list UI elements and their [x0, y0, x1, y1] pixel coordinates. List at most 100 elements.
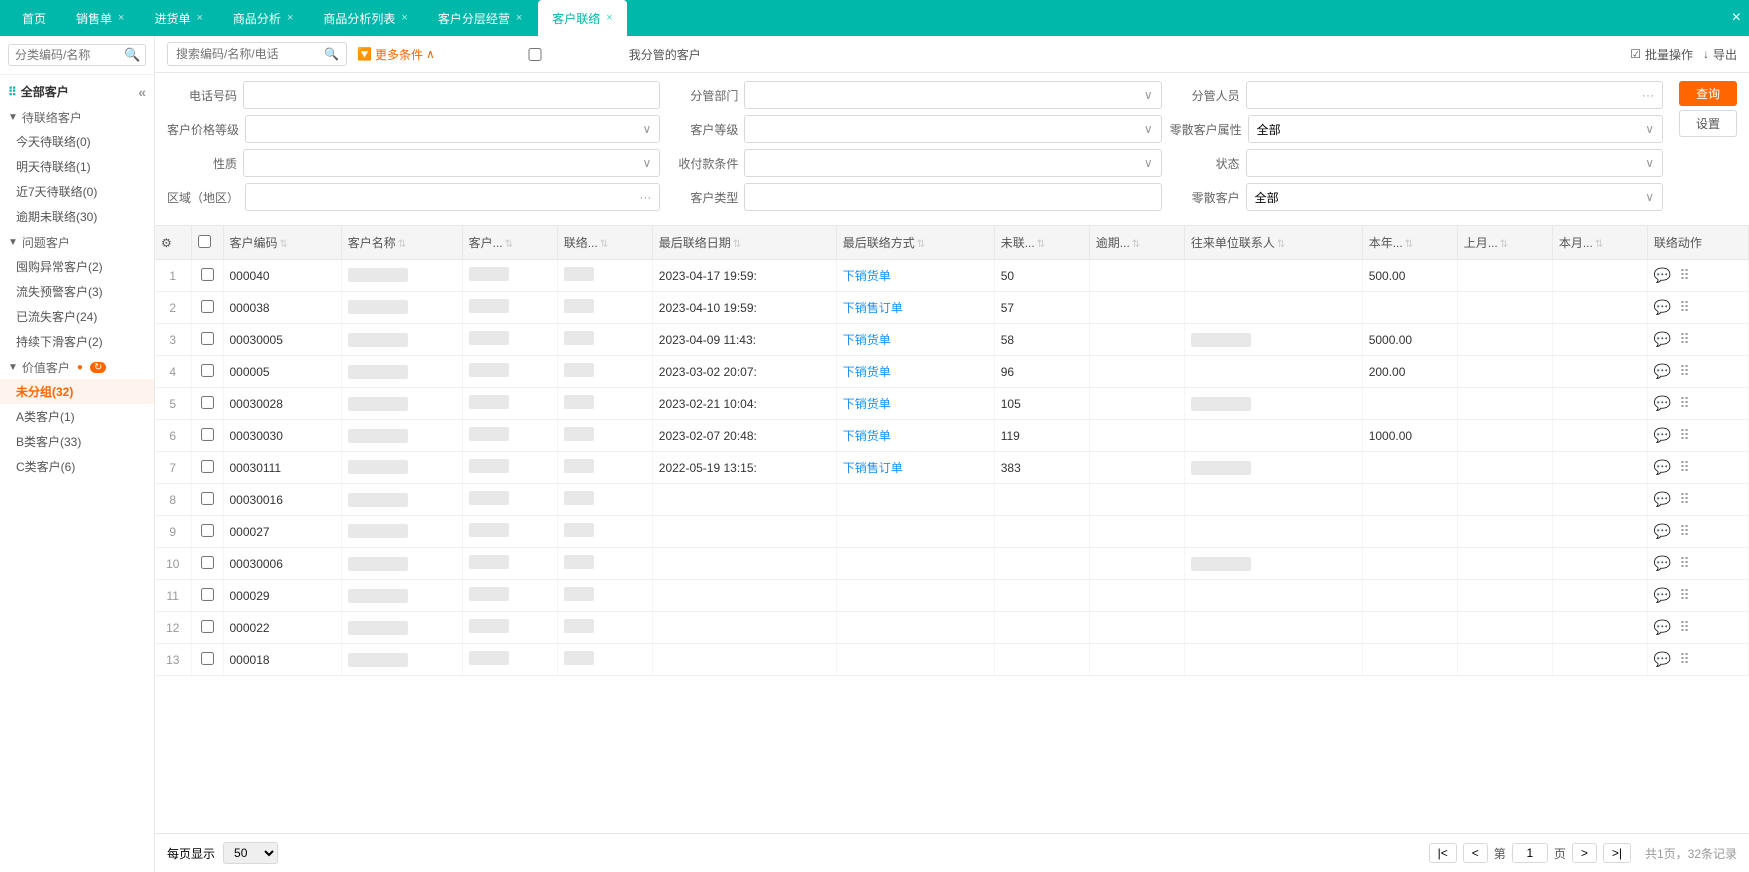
manager-select[interactable]: ··· — [1246, 81, 1663, 109]
chat-action-icon[interactable]: 💬 — [1654, 427, 1671, 444]
more-action-icon[interactable]: ⠿ — [1679, 587, 1689, 604]
more-action-icon[interactable]: ⠿ — [1679, 363, 1689, 380]
settings-icon[interactable]: ⚙ — [161, 236, 172, 250]
sidebar-item-a-class[interactable]: A类客户(1) — [0, 404, 154, 429]
last-method-link[interactable]: 下销货单 — [843, 429, 891, 443]
sidebar-item-overdue-pending[interactable]: 逾期未联络(30) — [0, 204, 154, 229]
dept-select[interactable]: ∨ — [744, 81, 1161, 109]
row-checkbox[interactable] — [201, 300, 214, 313]
next-page-button[interactable]: > — [1572, 843, 1597, 863]
prev-page-button[interactable]: < — [1463, 843, 1488, 863]
sort-icon-type[interactable]: ⇅ — [505, 239, 513, 250]
row-checkbox[interactable] — [201, 396, 214, 409]
sparse-attr-select[interactable]: 全部 ∨ — [1248, 115, 1663, 143]
sort-icon-last-date[interactable]: ⇅ — [733, 239, 741, 250]
row-checkbox[interactable] — [201, 364, 214, 377]
value-group-refresh-icon[interactable]: ↻ — [90, 362, 106, 373]
tab-purchase[interactable]: 进货单 × — [140, 0, 216, 36]
close-product-analysis-tab-icon[interactable]: × — [287, 12, 293, 24]
customer-level-select[interactable]: ∨ — [744, 115, 1161, 143]
chat-action-icon[interactable]: 💬 — [1654, 651, 1671, 668]
tab-sales[interactable]: 销售单 × — [62, 0, 138, 36]
more-conditions-button[interactable]: 🔽 更多条件 ∧ — [357, 46, 435, 63]
sort-icon-no-contact[interactable]: ⇅ — [1037, 239, 1045, 250]
last-method-link[interactable]: 下销货单 — [843, 269, 891, 283]
more-action-icon[interactable]: ⠿ — [1679, 555, 1689, 572]
close-customer-contact-tab-icon[interactable]: × — [606, 12, 612, 24]
close-product-analysis-list-tab-icon[interactable]: × — [401, 12, 407, 24]
sparse-customer-select[interactable]: 全部 ∨ — [1246, 183, 1663, 211]
chat-action-icon[interactable]: 💬 — [1654, 555, 1671, 572]
sort-icon-name[interactable]: ⇅ — [398, 239, 406, 250]
chat-action-icon[interactable]: 💬 — [1654, 363, 1671, 380]
sidebar-item-churn-warning[interactable]: 流失预警客户(3) — [0, 279, 154, 304]
chat-action-icon[interactable]: 💬 — [1654, 491, 1671, 508]
sort-icon-this-year[interactable]: ⇅ — [1405, 239, 1413, 250]
page-number-input[interactable] — [1512, 843, 1548, 863]
sidebar-item-tomorrow-pending[interactable]: 明天待联络(1) — [0, 154, 154, 179]
last-method-link[interactable]: 下销售订单 — [843, 301, 903, 315]
tab-product-analysis-list[interactable]: 商品分析列表 × — [309, 0, 421, 36]
last-method-link[interactable]: 下销货单 — [843, 333, 891, 347]
export-button[interactable]: ↓ 导出 — [1703, 46, 1737, 63]
close-sales-tab-icon[interactable]: × — [118, 12, 124, 24]
sidebar-item-declining[interactable]: 持续下滑客户(2) — [0, 329, 154, 354]
sidebar-collapse-button[interactable]: « — [138, 84, 146, 100]
select-all-checkbox[interactable] — [198, 235, 211, 248]
sort-icon-this-month[interactable]: ⇅ — [1595, 239, 1603, 250]
more-action-icon[interactable]: ⠿ — [1679, 459, 1689, 476]
my-customers-checkbox[interactable] — [445, 48, 625, 61]
sort-icon-last-method[interactable]: ⇅ — [917, 239, 925, 250]
sort-icon-overdue[interactable]: ⇅ — [1132, 239, 1140, 250]
sort-icon-contact[interactable]: ⇅ — [600, 239, 608, 250]
window-close-button[interactable]: × — [1732, 9, 1741, 27]
more-action-icon[interactable]: ⠿ — [1679, 331, 1689, 348]
row-checkbox[interactable] — [201, 492, 214, 505]
more-action-icon[interactable]: ⠿ — [1679, 299, 1689, 316]
last-page-button[interactable]: >| — [1603, 843, 1631, 863]
sort-icon-unit-contact[interactable]: ⇅ — [1277, 239, 1285, 250]
sort-icon-last-month[interactable]: ⇅ — [1500, 239, 1508, 250]
row-checkbox[interactable] — [201, 428, 214, 441]
sort-icon-code[interactable]: ⇅ — [280, 239, 288, 250]
sidebar-item-7days-pending[interactable]: 近7天待联络(0) — [0, 179, 154, 204]
customer-type-input[interactable] — [744, 183, 1161, 211]
row-checkbox[interactable] — [201, 556, 214, 569]
row-checkbox[interactable] — [201, 652, 214, 665]
chat-action-icon[interactable]: 💬 — [1654, 331, 1671, 348]
sidebar-item-c-class[interactable]: C类客户(6) — [0, 454, 154, 479]
status-select[interactable]: ∨ — [1246, 149, 1663, 177]
customer-search-input[interactable] — [167, 42, 347, 66]
close-customer-segment-tab-icon[interactable]: × — [516, 12, 522, 24]
settings-header[interactable]: ⚙ — [155, 226, 191, 260]
row-checkbox[interactable] — [201, 268, 214, 281]
chat-action-icon[interactable]: 💬 — [1654, 587, 1671, 604]
row-checkbox[interactable] — [201, 332, 214, 345]
reset-button[interactable]: 设置 — [1679, 110, 1737, 137]
sidebar-item-today-pending[interactable]: 今天待联络(0) — [0, 129, 154, 154]
last-method-link[interactable]: 下销货单 — [843, 365, 891, 379]
sidebar-item-ungroup[interactable]: 未分组(32) — [0, 379, 154, 404]
all-customers-header[interactable]: ⠿ 全部客户 « — [0, 75, 154, 104]
tab-product-analysis[interactable]: 商品分析 × — [219, 0, 307, 36]
more-action-icon[interactable]: ⠿ — [1679, 395, 1689, 412]
chat-action-icon[interactable]: 💬 — [1654, 459, 1671, 476]
row-checkbox[interactable] — [201, 588, 214, 601]
last-method-link[interactable]: 下销售订单 — [843, 461, 903, 475]
first-page-button[interactable]: |< — [1429, 843, 1457, 863]
search-button[interactable]: 查询 — [1679, 81, 1737, 106]
sidebar-item-churned[interactable]: 已流失客户(24) — [0, 304, 154, 329]
row-checkbox[interactable] — [201, 460, 214, 473]
chat-action-icon[interactable]: 💬 — [1654, 299, 1671, 316]
sidebar-item-abnormal[interactable]: 囤购异常客户(2) — [0, 254, 154, 279]
chat-action-icon[interactable]: 💬 — [1654, 619, 1671, 636]
row-checkbox[interactable] — [201, 524, 214, 537]
more-action-icon[interactable]: ⠿ — [1679, 267, 1689, 284]
chat-action-icon[interactable]: 💬 — [1654, 523, 1671, 540]
more-action-icon[interactable]: ⠿ — [1679, 619, 1689, 636]
payment-select[interactable]: ∨ — [744, 149, 1161, 177]
more-action-icon[interactable]: ⠿ — [1679, 651, 1689, 668]
tab-customer-contact[interactable]: 客户联络 × — [538, 0, 626, 36]
chat-action-icon[interactable]: 💬 — [1654, 267, 1671, 284]
chat-action-icon[interactable]: 💬 — [1654, 395, 1671, 412]
